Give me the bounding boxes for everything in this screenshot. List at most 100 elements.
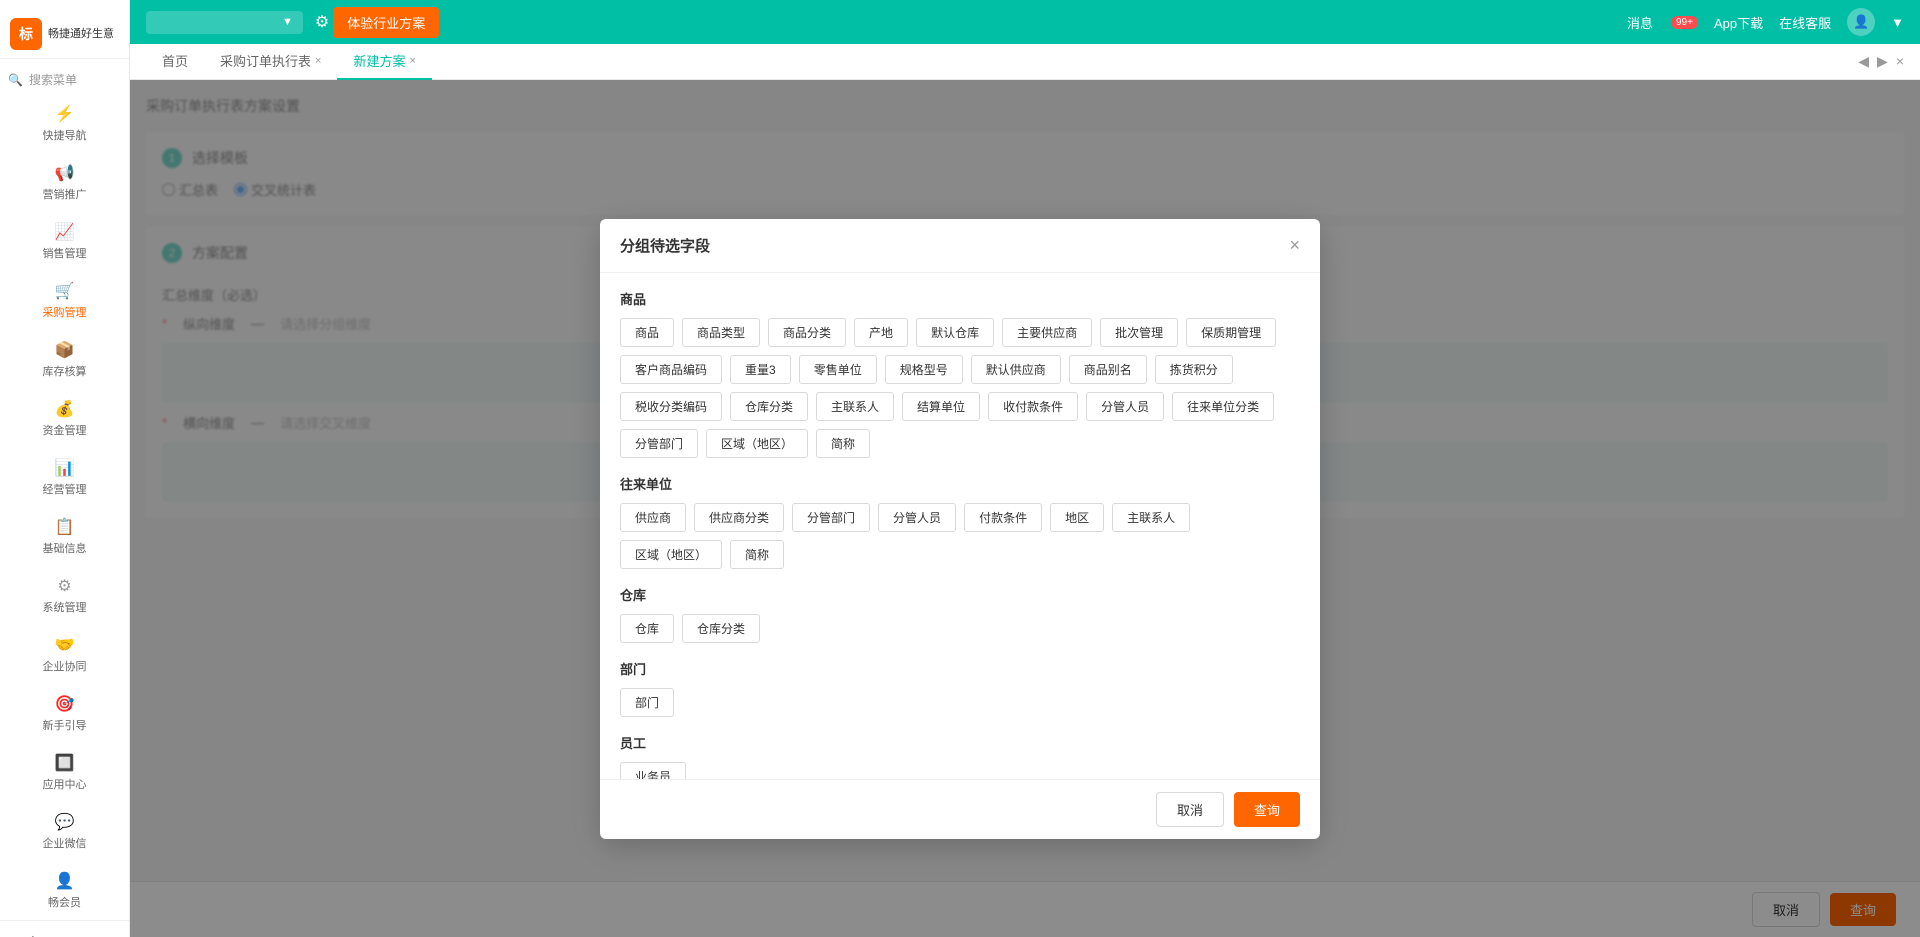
sidebar-item-system[interactable]: ⚙ 系统管理	[0, 566, 129, 625]
sidebar-item-sales[interactable]: 📈 销售管理	[0, 212, 129, 271]
field-tag[interactable]: 规格型号	[885, 355, 963, 384]
field-tag[interactable]: 仓库	[620, 614, 674, 643]
field-tag[interactable]: 默认仓库	[916, 318, 994, 347]
sidebar-item-label: 经营管理	[43, 481, 87, 497]
field-tag[interactable]: 简称	[816, 429, 870, 458]
field-tag[interactable]: 分管人员	[1086, 392, 1164, 421]
field-tag[interactable]: 供应商分类	[694, 503, 784, 532]
tab-prev-icon[interactable]: ◀	[1858, 53, 1869, 70]
tab-home[interactable]: 首页	[146, 43, 204, 80]
topbar-dropdown-arrow[interactable]: ▼	[282, 16, 293, 28]
wechat-icon: 💬	[55, 812, 75, 832]
field-tag[interactable]: 零售单位	[799, 355, 877, 384]
field-tag[interactable]: 供应商	[620, 503, 686, 532]
sidebar-item-purchase[interactable]: 🛒 采购管理	[0, 271, 129, 330]
field-tag[interactable]: 默认供应商	[971, 355, 1061, 384]
field-tag[interactable]: 仓库分类	[682, 614, 760, 643]
modal-cancel-button[interactable]: 取消	[1156, 792, 1224, 827]
sidebar-item-quick-nav[interactable]: ⚡ 快捷导航	[0, 94, 129, 153]
tab-new-plan[interactable]: 新建方案 ×	[337, 43, 431, 80]
field-tag[interactable]: 重量3	[730, 355, 791, 384]
field-tag[interactable]: 税收分类编码	[620, 392, 722, 421]
section-partner-fields: 供应商供应商分类分管部门分管人员付款条件地区主联系人区域（地区） 简称	[620, 503, 1300, 569]
tab-new-plan-close[interactable]: ×	[409, 55, 415, 67]
search-menu[interactable]: 🔍 搜索菜单	[0, 65, 129, 94]
section-warehouse-title: 仓库	[620, 585, 1300, 604]
settings-bottom-icon[interactable]: ⚙	[21, 929, 45, 937]
field-tag[interactable]: 结算单位	[902, 392, 980, 421]
app-logo: 标 畅捷通好生意	[0, 10, 129, 59]
section-partner-title: 往来单位	[620, 474, 1300, 493]
field-tag[interactable]: 付款条件	[964, 503, 1042, 532]
topbar-settings-icon[interactable]: ⚙	[315, 12, 329, 32]
field-tag[interactable]: 区域（地区）	[620, 540, 722, 569]
field-tag[interactable]: 拣货积分	[1155, 355, 1233, 384]
sidebar-item-label: 新手引导	[43, 717, 87, 733]
field-tag[interactable]: 地区	[1050, 503, 1104, 532]
cooperation-icon: 🤝	[55, 635, 75, 655]
field-tag[interactable]: 客户商品编码	[620, 355, 722, 384]
field-tag[interactable]: 部门	[620, 688, 674, 717]
user-avatar[interactable]: 👤	[1847, 8, 1875, 36]
field-tag[interactable]: 商品	[620, 318, 674, 347]
topbar-left: ▼ ⚙ 体验行业方案	[146, 7, 439, 38]
field-tag[interactable]: 批次管理	[1100, 318, 1178, 347]
notification-label[interactable]: 消息	[1627, 13, 1653, 32]
sidebar-item-wechat[interactable]: 💬 企业微信	[0, 802, 129, 861]
field-tag[interactable]: 商品类型	[682, 318, 760, 347]
tab-actions: ◀ ▶ ×	[1858, 53, 1904, 70]
sidebar-item-member[interactable]: 👤 畅会员	[0, 861, 129, 920]
field-tag[interactable]: 收付款条件	[988, 392, 1078, 421]
topbar-search-wrap: ▼	[146, 11, 303, 34]
field-tag[interactable]: 主联系人	[1112, 503, 1190, 532]
field-tag[interactable]: 分管人员	[878, 503, 956, 532]
sidebar-item-operation[interactable]: 📊 经营管理	[0, 448, 129, 507]
field-tag[interactable]: 商品分类	[768, 318, 846, 347]
sidebar-item-cooperation[interactable]: 🤝 企业协同	[0, 625, 129, 684]
user-menu-arrow[interactable]: ▼	[1891, 15, 1904, 30]
collapse-icon[interactable]: ◀	[86, 929, 108, 937]
section-department-fields: 部门	[620, 688, 1300, 717]
field-tag[interactable]: 区域（地区）	[706, 429, 808, 458]
tab-purchase-list-close[interactable]: ×	[315, 55, 321, 67]
field-tag[interactable]: 产地	[854, 318, 908, 347]
field-tag[interactable]: 仓库分类	[730, 392, 808, 421]
tab-close-all-icon[interactable]: ×	[1896, 53, 1904, 70]
field-tag[interactable]: 往来单位分类	[1172, 392, 1274, 421]
field-tag[interactable]: 主联系人	[816, 392, 894, 421]
inventory-icon: 📦	[55, 340, 75, 360]
sidebar: 标 畅捷通好生意 🔍 搜索菜单 ⚡ 快捷导航 📢 营销推广 📈 销售管理 🛒 采…	[0, 0, 130, 937]
online-service-link[interactable]: 在线客服	[1779, 13, 1831, 32]
field-tag[interactable]: 分管部门	[792, 503, 870, 532]
quick-nav-icon: ⚡	[55, 104, 75, 124]
sidebar-item-inventory[interactable]: 📦 库存核算	[0, 330, 129, 389]
tab-purchase-list-label: 采购订单执行表	[220, 51, 311, 70]
field-tag[interactable]: 分管部门	[620, 429, 698, 458]
app-download-link[interactable]: App下载	[1714, 13, 1763, 32]
sidebar-item-marketing[interactable]: 📢 营销推广	[0, 153, 129, 212]
search-icon: 🔍	[8, 73, 23, 87]
tab-next-icon[interactable]: ▶	[1877, 53, 1888, 70]
field-tag[interactable]: 业务员	[620, 762, 686, 779]
sidebar-item-finance[interactable]: 💰 资金管理	[0, 389, 129, 448]
tab-purchase-list[interactable]: 采购订单执行表 ×	[204, 43, 337, 80]
modal-close-button[interactable]: ×	[1289, 235, 1300, 256]
sidebar-item-basic[interactable]: 📋 基础信息	[0, 507, 129, 566]
field-tag[interactable]: 商品别名	[1069, 355, 1147, 384]
sidebar-item-apps[interactable]: 🔲 应用中心	[0, 743, 129, 802]
field-tag[interactable]: 简称	[730, 540, 784, 569]
field-tag[interactable]: 主要供应商	[1002, 318, 1092, 347]
main-content: ▼ ⚙ 体验行业方案 消息99+ App下载 在线客服 👤 ▼ 首页 采购订单执…	[130, 0, 1920, 937]
finance-icon: 💰	[55, 399, 75, 419]
topbar-search-input[interactable]	[156, 15, 276, 30]
section-department-title: 部门	[620, 659, 1300, 678]
modal-confirm-button[interactable]: 查询	[1234, 792, 1300, 827]
sidebar-item-label: 营销推广	[43, 186, 87, 202]
field-tag[interactable]: 保质期管理	[1186, 318, 1276, 347]
tabbar: 首页 采购订单执行表 × 新建方案 × ◀ ▶ ×	[130, 44, 1920, 80]
sidebar-item-label: 销售管理	[43, 245, 87, 261]
sidebar-item-guide[interactable]: 🎯 新手引导	[0, 684, 129, 743]
experience-btn[interactable]: 体验行业方案	[333, 7, 439, 38]
sidebar-item-label: 企业微信	[43, 835, 87, 851]
purchase-icon: 🛒	[55, 281, 75, 301]
